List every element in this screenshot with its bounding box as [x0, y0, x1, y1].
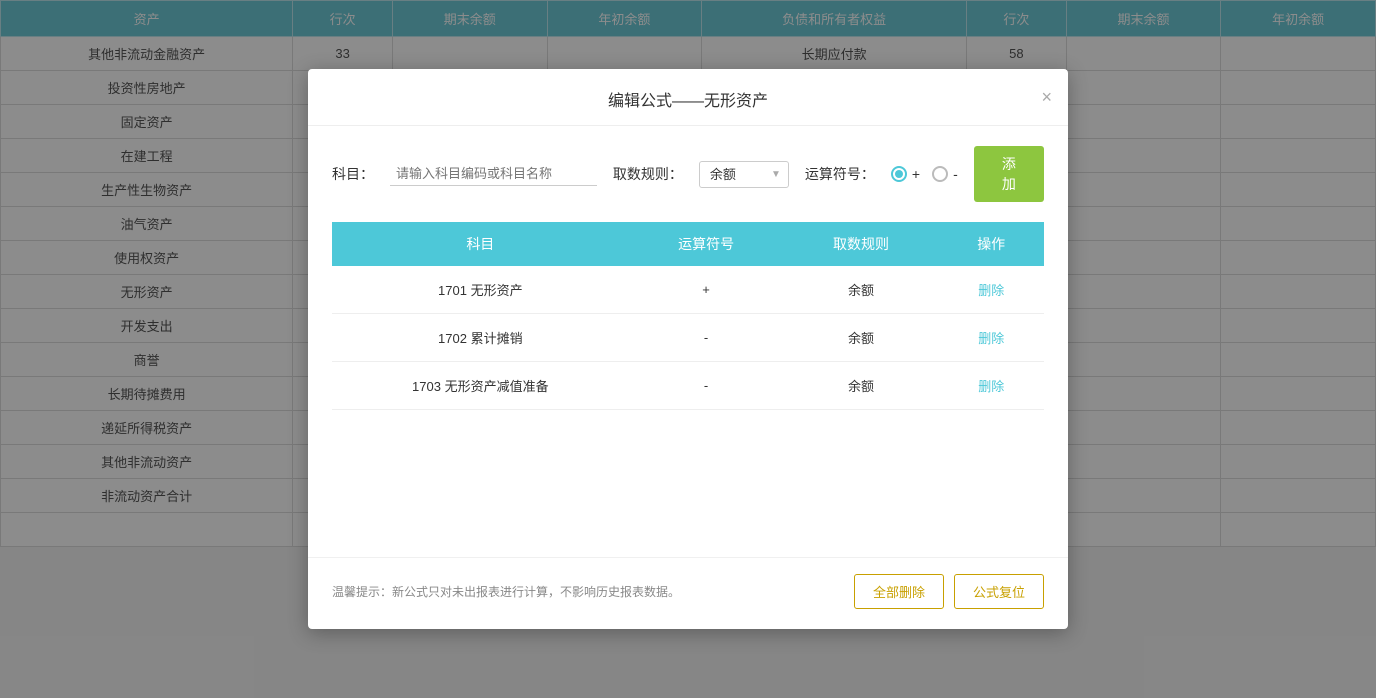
row-subject: 1701 无形资产: [332, 266, 629, 314]
rule-select-wrap: 余额 借方 贷方 借方发生额 贷方发生额 ▼: [699, 161, 789, 188]
footer-buttons: 全部删除 公式复位: [854, 574, 1044, 609]
hint-text: 温馨提示：新公式只对未出报表进行计算，不影响历史报表数据。: [332, 583, 680, 600]
rule-label: 取数规则：: [613, 164, 683, 184]
page-container: 资产 行次 期末余额 年初余额 负债和所有者权益 行次 期末余额 年初余额 其他…: [0, 0, 1376, 698]
row-action: 删除: [938, 362, 1044, 410]
modal-footer: 温馨提示：新公式只对未出报表进行计算，不影响历史报表数据。 全部删除 公式复位: [308, 557, 1068, 629]
col-subject: 科目: [332, 222, 629, 266]
delete-button[interactable]: 删除: [978, 283, 1004, 298]
add-button[interactable]: 添加: [974, 146, 1044, 202]
operator-radio-group: + -: [891, 166, 958, 182]
subject-input[interactable]: [390, 162, 597, 186]
row-rule: 余额: [784, 266, 939, 314]
col-rule: 取数规则: [784, 222, 939, 266]
row-subject: 1702 累计摊销: [332, 314, 629, 362]
reset-formula-button[interactable]: 公式复位: [954, 574, 1044, 609]
col-operator: 运算符号: [629, 222, 784, 266]
form-row: 科目： 取数规则： 余额 借方 贷方 借方发生额 贷方发生额 ▼ 运算符号: [332, 146, 1044, 202]
close-button[interactable]: ×: [1041, 88, 1052, 106]
modal-header: 编辑公式——无形资产 ×: [308, 69, 1068, 126]
row-rule: 余额: [784, 314, 939, 362]
table-row: 1702 累计摊销 - 余额 删除: [332, 314, 1044, 362]
radio-circle-minus: [932, 166, 948, 182]
row-subject: 1703 无形资产减值准备: [332, 362, 629, 410]
operator-label: 运算符号：: [805, 164, 875, 184]
delete-button[interactable]: 删除: [978, 379, 1004, 394]
operator-minus-radio[interactable]: -: [932, 166, 958, 182]
col-action: 操作: [938, 222, 1044, 266]
row-action: 删除: [938, 314, 1044, 362]
subject-label: 科目：: [332, 164, 374, 184]
radio-circle-plus: [891, 166, 907, 182]
rule-select[interactable]: 余额 借方 贷方 借方发生额 贷方发生额: [699, 161, 789, 188]
row-action: 删除: [938, 266, 1044, 314]
table-row: 1703 无形资产减值准备 - 余额 删除: [332, 362, 1044, 410]
formula-table: 科目 运算符号 取数规则 操作 1701 无形资产 + 余额 删除: [332, 222, 1044, 410]
modal-body: 科目： 取数规则： 余额 借方 贷方 借方发生额 贷方发生额 ▼ 运算符号: [308, 126, 1068, 557]
operator-plus-label: +: [912, 166, 920, 182]
modal-title: 编辑公式——无形资产: [608, 93, 768, 110]
modal-overlay: 编辑公式——无形资产 × 科目： 取数规则： 余额 借方 贷方 借方发生额: [0, 0, 1376, 698]
row-operator: +: [629, 266, 784, 314]
table-row: 1701 无形资产 + 余额 删除: [332, 266, 1044, 314]
table-header-row: 科目 运算符号 取数规则 操作: [332, 222, 1044, 266]
operator-plus-radio[interactable]: +: [891, 166, 920, 182]
row-operator: -: [629, 314, 784, 362]
row-operator: -: [629, 362, 784, 410]
operator-minus-label: -: [953, 166, 958, 182]
edit-formula-modal: 编辑公式——无形资产 × 科目： 取数规则： 余额 借方 贷方 借方发生额: [308, 69, 1068, 629]
delete-button[interactable]: 删除: [978, 331, 1004, 346]
delete-all-button[interactable]: 全部删除: [854, 574, 944, 609]
row-rule: 余额: [784, 362, 939, 410]
